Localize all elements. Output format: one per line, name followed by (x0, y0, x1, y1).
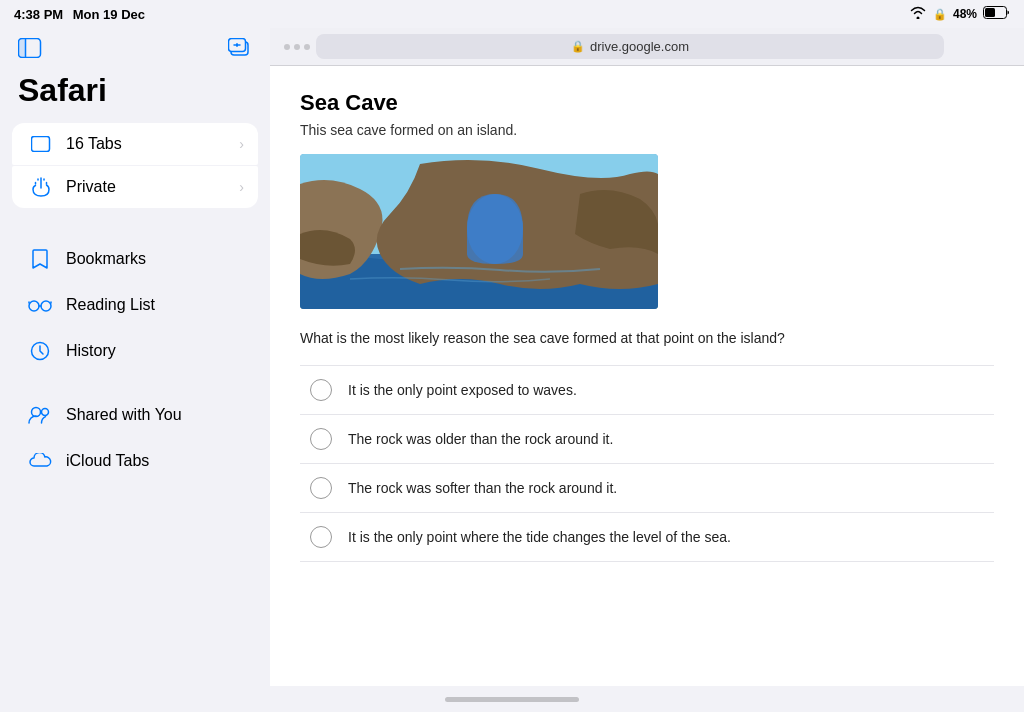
browser-dots (284, 44, 310, 50)
lock-icon: 🔒 (933, 8, 947, 21)
question-text: What is the most likely reason the sea c… (300, 329, 994, 349)
date: Mon 19 Dec (73, 7, 145, 22)
answer-option-3[interactable]: It is the only point where the tide chan… (300, 512, 994, 562)
sidebar-nav: Bookmarks Reading List (0, 236, 270, 484)
bookmark-icon (26, 247, 54, 271)
home-bar-line (445, 697, 579, 702)
battery-percentage: 48% (953, 7, 977, 21)
sea-cave-image (300, 154, 658, 309)
tab-group-private[interactable]: Private › (12, 166, 258, 208)
main-layout: Safari 16 Tabs › Private (0, 28, 1024, 686)
history-label: History (66, 342, 116, 360)
chevron-right-icon-private: › (239, 179, 244, 195)
glasses-icon (26, 293, 54, 317)
svg-rect-10 (32, 137, 50, 152)
wifi-icon (909, 6, 927, 22)
bookmarks-label: Bookmarks (66, 250, 146, 268)
answer-option-2[interactable]: The rock was softer than the rock around… (300, 463, 994, 512)
radio-2[interactable] (310, 477, 332, 499)
new-tabs-icon[interactable] (228, 38, 252, 62)
sidebar-toggle-icon[interactable] (18, 38, 42, 62)
radio-0[interactable] (310, 379, 332, 401)
hand-icon (26, 176, 56, 198)
answer-text-3: It is the only point where the tide chan… (348, 529, 731, 545)
chevron-right-icon: › (239, 136, 244, 152)
nav-icloud-tabs[interactable]: iCloud Tabs (12, 438, 258, 484)
sidebar-title: Safari (0, 70, 270, 123)
sidebar: Safari 16 Tabs › Private (0, 28, 270, 686)
svg-rect-1 (985, 8, 995, 17)
tab-group-16tabs[interactable]: 16 Tabs › (12, 123, 258, 165)
svg-point-14 (32, 408, 41, 417)
battery-icon (983, 6, 1010, 22)
nav-bookmarks[interactable]: Bookmarks (12, 236, 258, 282)
tab-group-label-16tabs: 16 Tabs (66, 135, 239, 153)
answer-text-0: It is the only point exposed to waves. (348, 382, 577, 398)
status-time: 4:38 PM Mon 19 Dec (14, 7, 145, 22)
shared-with-you-label: Shared with You (66, 406, 182, 424)
svg-point-15 (42, 409, 49, 416)
address-lock-icon: 🔒 (571, 40, 585, 53)
answer-option-0[interactable]: It is the only point exposed to waves. (300, 365, 994, 414)
answer-options: It is the only point exposed to waves. T… (300, 365, 994, 562)
radio-3[interactable] (310, 526, 332, 548)
dot-3 (304, 44, 310, 50)
home-bar (0, 686, 1024, 712)
reading-list-label: Reading List (66, 296, 155, 314)
status-bar: 4:38 PM Mon 19 Dec 🔒 48% (0, 0, 1024, 28)
sidebar-top-icons (0, 28, 270, 70)
content-area: 🔒 drive.google.com Sea Cave This sea cav… (270, 28, 1024, 686)
tablet-icon (26, 133, 56, 155)
nav-reading-list[interactable]: Reading List (12, 282, 258, 328)
answer-option-1[interactable]: The rock was older than the rock around … (300, 414, 994, 463)
answer-text-1: The rock was older than the rock around … (348, 431, 613, 447)
nav-shared-with-you[interactable]: Shared with You (12, 392, 258, 438)
tab-group-label-private: Private (66, 178, 239, 196)
dot-1 (284, 44, 290, 50)
address-bar[interactable]: 🔒 drive.google.com (316, 34, 944, 59)
svg-point-12 (41, 301, 51, 311)
tab-groups: 16 Tabs › Private › (0, 123, 270, 210)
page-content: Sea Cave This sea cave formed on an isla… (270, 66, 1024, 686)
address-text: drive.google.com (590, 39, 689, 54)
nav-history[interactable]: History (12, 328, 258, 374)
icloud-icon (26, 449, 54, 473)
status-right: 🔒 48% (909, 6, 1010, 22)
svg-rect-3 (19, 39, 26, 58)
time: 4:38 PM (14, 7, 63, 22)
page-subtitle: This sea cave formed on an island. (300, 122, 994, 138)
answer-text-2: The rock was softer than the rock around… (348, 480, 617, 496)
radio-1[interactable] (310, 428, 332, 450)
icloud-tabs-label: iCloud Tabs (66, 452, 149, 470)
page-title: Sea Cave (300, 90, 994, 116)
dot-2 (294, 44, 300, 50)
browser-chrome: 🔒 drive.google.com (270, 28, 1024, 66)
history-icon (26, 339, 54, 363)
shared-icon (26, 403, 54, 427)
svg-point-11 (29, 301, 39, 311)
